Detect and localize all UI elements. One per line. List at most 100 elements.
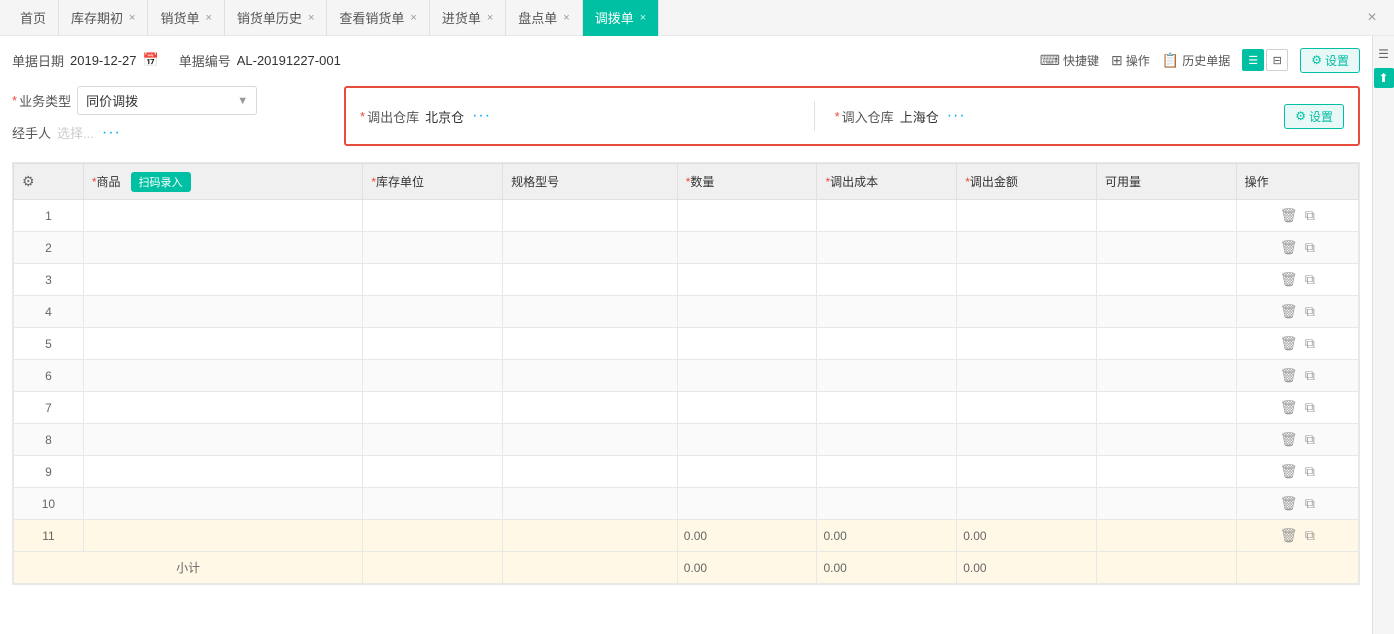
row-3-available[interactable] [1096,264,1236,296]
delete-icon-9[interactable]: 🗑 [1280,463,1298,479]
row-7-spec[interactable] [503,392,678,424]
tab-sales-order[interactable]: 销货单 × [148,0,224,36]
tab-sales-history[interactable]: 销货单历史 × [225,0,327,36]
person-placeholder[interactable]: 选择... [57,123,94,142]
tab-home[interactable]: 首页 [8,0,59,36]
row-9-spec[interactable] [503,456,678,488]
row-8-cost[interactable] [817,424,957,456]
row-7-amount[interactable] [957,392,1097,424]
row-2-available[interactable] [1096,232,1236,264]
delete-icon-10[interactable]: 🗑 [1280,495,1298,511]
copy-icon-1[interactable]: ⧉ [1305,207,1315,223]
row-3-amount[interactable] [957,264,1097,296]
row-4-unit[interactable] [363,296,503,328]
sidebar-export-icon[interactable]: ⬆ [1374,68,1394,88]
row-2-unit[interactable] [363,232,503,264]
row-9-amount[interactable] [957,456,1097,488]
delete-icon-6[interactable]: 🗑 [1280,367,1298,383]
row-5-cost[interactable] [817,328,957,360]
delete-icon-3[interactable]: 🗑 [1280,271,1298,287]
row-10-product[interactable] [83,488,362,520]
tab-inventory-init-close[interactable]: × [129,12,135,24]
row-9-unit[interactable] [363,456,503,488]
copy-icon-5[interactable]: ⧉ [1305,335,1315,351]
warehouse-settings-button[interactable]: ⚙ 设置 [1284,104,1344,129]
delete-icon-8[interactable]: 🗑 [1280,431,1298,447]
row-1-product[interactable] [83,200,362,232]
toolbar-grid-btn[interactable]: ⊟ [1266,49,1288,71]
scroll-area[interactable]: ⚙ *商品 扫码录入 *库存单位 规格型号 *数量 *调出成本 [13,163,1359,584]
delete-icon-5[interactable]: 🗑 [1280,335,1298,351]
row-3-product[interactable] [83,264,362,296]
row-9-available[interactable] [1096,456,1236,488]
row-2-spec[interactable] [503,232,678,264]
row-10-qty[interactable] [677,488,817,520]
row-2-qty[interactable] [677,232,817,264]
history-action[interactable]: 📋 历史单据 [1162,52,1230,69]
row-6-available[interactable] [1096,360,1236,392]
row-2-amount[interactable] [957,232,1097,264]
tab-inventory-close[interactable]: × [563,12,569,24]
row-1-spec[interactable] [503,200,678,232]
row-1-unit[interactable] [363,200,503,232]
row-5-spec[interactable] [503,328,678,360]
row-10-spec[interactable] [503,488,678,520]
row-10-amount[interactable] [957,488,1097,520]
row-5-available[interactable] [1096,328,1236,360]
row-6-amount[interactable] [957,360,1097,392]
person-more-icon[interactable]: ··· [102,124,121,142]
row-3-spec[interactable] [503,264,678,296]
row-5-unit[interactable] [363,328,503,360]
row-9-qty[interactable] [677,456,817,488]
tab-inventory-init[interactable]: 库存期初 × [59,0,148,36]
row-7-available[interactable] [1096,392,1236,424]
row-6-cost[interactable] [817,360,957,392]
row-7-qty[interactable] [677,392,817,424]
shortcut-action[interactable]: ⌨ 快捷键 [1040,52,1099,69]
row-10-unit[interactable] [363,488,503,520]
delete-icon-2[interactable]: 🗑 [1280,239,1298,255]
row-8-product[interactable] [83,424,362,456]
row-6-unit[interactable] [363,360,503,392]
tab-purchase-close[interactable]: × [487,12,493,24]
row-5-amount[interactable] [957,328,1097,360]
copy-icon-11[interactable]: ⧉ [1305,527,1315,543]
row-5-qty[interactable] [677,328,817,360]
tab-view-sales[interactable]: 查看销货单 × [327,0,429,36]
copy-icon-4[interactable]: ⧉ [1305,303,1315,319]
tab-transfer-close[interactable]: × [640,12,646,24]
scan-button[interactable]: 扫码录入 [131,172,191,192]
row-8-available[interactable] [1096,424,1236,456]
row-4-spec[interactable] [503,296,678,328]
row-1-cost[interactable] [817,200,957,232]
delete-icon-1[interactable]: 🗑 [1280,207,1298,223]
row-8-qty[interactable] [677,424,817,456]
row-6-spec[interactable] [503,360,678,392]
copy-icon-9[interactable]: ⧉ [1305,463,1315,479]
tab-inventory[interactable]: 盘点单 × [506,0,582,36]
copy-icon-3[interactable]: ⧉ [1305,271,1315,287]
delete-icon-11[interactable]: 🗑 [1280,527,1298,543]
window-close-button[interactable]: × [1358,4,1386,32]
row-8-amount[interactable] [957,424,1097,456]
row-7-cost[interactable] [817,392,957,424]
tab-view-sales-close[interactable]: × [410,12,416,24]
row-4-available[interactable] [1096,296,1236,328]
copy-icon-6[interactable]: ⧉ [1305,367,1315,383]
row-9-product[interactable] [83,456,362,488]
row-1-amount[interactable] [957,200,1097,232]
row-2-cost[interactable] [817,232,957,264]
copy-icon-8[interactable]: ⧉ [1305,431,1315,447]
delete-icon-7[interactable]: 🗑 [1280,399,1298,415]
copy-icon-10[interactable]: ⧉ [1305,495,1315,511]
business-type-input[interactable]: 同价调拨 ▼ [77,86,257,115]
tab-transfer[interactable]: 调拨单 × [583,0,659,36]
header-gear-icon[interactable]: ⚙ [22,173,35,189]
row-4-cost[interactable] [817,296,957,328]
row-4-amount[interactable] [957,296,1097,328]
row-1-qty[interactable] [677,200,817,232]
tab-sales-order-close[interactable]: × [205,12,211,24]
row-3-qty[interactable] [677,264,817,296]
row-1-available[interactable] [1096,200,1236,232]
row-4-qty[interactable] [677,296,817,328]
